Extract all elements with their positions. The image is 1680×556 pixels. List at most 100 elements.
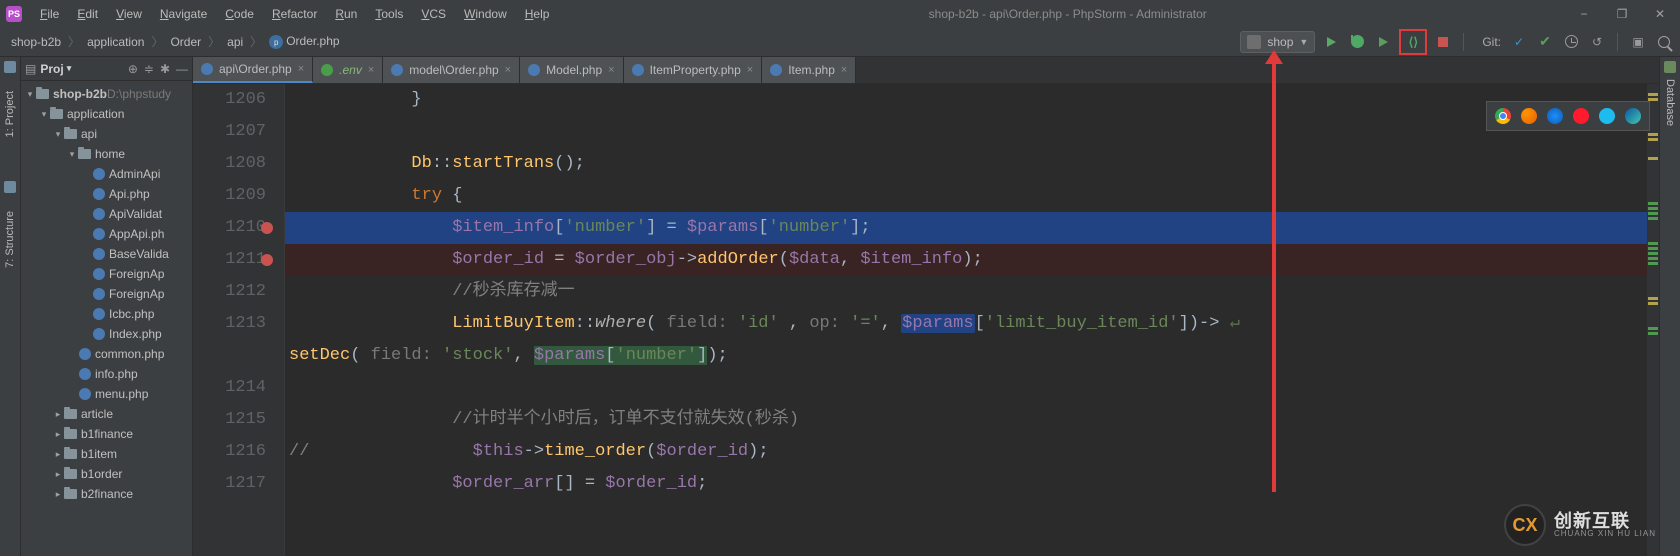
editor-tab[interactable]: ItemProperty.php× xyxy=(624,57,763,83)
tree-arrow[interactable]: ▸ xyxy=(53,449,63,460)
breakpoint-icon[interactable] xyxy=(261,222,273,234)
tree-file[interactable]: AppApi.ph xyxy=(21,224,192,244)
tab-close-icon[interactable]: × xyxy=(608,64,614,76)
ie-icon[interactable] xyxy=(1599,108,1615,124)
menu-edit[interactable]: Edit xyxy=(69,3,106,25)
line-number[interactable]: 1217 xyxy=(193,468,266,500)
tab-close-icon[interactable]: × xyxy=(298,63,304,75)
debug-button[interactable] xyxy=(1347,32,1367,52)
code-line[interactable]: $order_id = $order_obj->addOrder($data, … xyxy=(285,244,1647,276)
tab-close-icon[interactable]: × xyxy=(505,64,511,76)
menu-refactor[interactable]: Refactor xyxy=(264,3,325,25)
maximize-button[interactable]: ❐ xyxy=(1616,7,1628,21)
tree-file[interactable]: common.php xyxy=(21,344,192,364)
breadcrumb-1[interactable]: application xyxy=(82,33,149,51)
tree-arrow[interactable]: ▸ xyxy=(53,429,63,440)
line-number[interactable]: 1210 xyxy=(193,212,266,244)
project-panel-title[interactable]: Proj▾ xyxy=(40,62,71,76)
tree-folder[interactable]: ▸b1item xyxy=(21,444,192,464)
editor-tab[interactable]: Model.php× xyxy=(520,57,623,83)
tab-close-icon[interactable]: × xyxy=(841,64,847,76)
code-line[interactable]: $item_info['number'] = $params['number']… xyxy=(285,212,1647,244)
select-target-icon[interactable]: ⊕ xyxy=(128,62,138,76)
tree-file[interactable]: menu.php xyxy=(21,384,192,404)
close-button[interactable]: ✕ xyxy=(1654,7,1666,21)
tree-arrow[interactable]: ▸ xyxy=(53,469,63,480)
expand-all-icon[interactable]: ≑ xyxy=(144,62,154,76)
minimize-button[interactable]: − xyxy=(1578,7,1590,21)
vcs-history-button[interactable] xyxy=(1561,32,1581,52)
breakpoint-icon[interactable] xyxy=(261,254,273,266)
menu-help[interactable]: Help xyxy=(517,3,558,25)
edge-icon[interactable] xyxy=(1625,108,1641,124)
tree-arrow[interactable]: ▸ xyxy=(53,409,63,420)
breadcrumb-3[interactable]: api xyxy=(222,33,248,51)
tree-arrow[interactable]: ▾ xyxy=(39,109,49,120)
tree-arrow[interactable]: ▾ xyxy=(25,89,35,100)
code-line[interactable] xyxy=(285,372,1647,404)
tree-arrow[interactable]: ▾ xyxy=(67,149,77,160)
menu-tools[interactable]: Tools xyxy=(367,3,411,25)
tree-file[interactable]: AdminApi xyxy=(21,164,192,184)
run-button[interactable] xyxy=(1321,32,1341,52)
menu-view[interactable]: View xyxy=(108,3,150,25)
tree-folder[interactable]: ▸b1order xyxy=(21,464,192,484)
code-line[interactable]: } xyxy=(285,84,1647,116)
stop-button[interactable] xyxy=(1433,32,1453,52)
menu-code[interactable]: Code xyxy=(217,3,262,25)
editor-tab[interactable]: api\Order.php× xyxy=(193,57,313,83)
settings-gear-icon[interactable]: ✱ xyxy=(160,62,170,76)
tree-folder[interactable]: ▾api xyxy=(21,124,192,144)
database-rail-label[interactable]: Database xyxy=(1664,75,1676,130)
tree-arrow[interactable]: ▸ xyxy=(53,489,63,500)
code-line[interactable]: $order_arr[] = $order_id; xyxy=(285,468,1647,500)
code-line[interactable]: //计时半个小时后，订单不支付就失效(秒杀) xyxy=(285,404,1647,436)
search-everywhere-button[interactable] xyxy=(1654,32,1674,52)
chrome-icon[interactable] xyxy=(1495,108,1511,124)
line-number[interactable]: 1208 xyxy=(193,148,266,180)
tab-close-icon[interactable]: × xyxy=(368,64,374,76)
code-line[interactable]: setDec( field: 'stock', $params['number'… xyxy=(285,340,1647,372)
menu-run[interactable]: Run xyxy=(327,3,365,25)
code-line[interactable]: //秒杀库存减一 xyxy=(285,276,1647,308)
breadcrumb-2[interactable]: Order xyxy=(165,33,206,51)
line-number[interactable]: 1207 xyxy=(193,116,266,148)
error-stripe[interactable] xyxy=(1647,84,1659,556)
code-line[interactable]: Db::startTrans(); xyxy=(285,148,1647,180)
tree-arrow[interactable]: ▾ xyxy=(53,129,63,140)
code-line[interactable] xyxy=(285,116,1647,148)
hide-panel-icon[interactable]: — xyxy=(176,62,188,76)
tree-folder[interactable]: ▾application xyxy=(21,104,192,124)
code-line[interactable]: LimitBuyItem::where( field: 'id' , op: '… xyxy=(285,308,1647,340)
editor-tab[interactable]: Item.php× xyxy=(762,57,856,83)
code-editor[interactable]: 12061207120812091210121112121213 12141215… xyxy=(193,84,1659,556)
tab-close-icon[interactable]: × xyxy=(747,64,753,76)
menu-vcs[interactable]: VCS xyxy=(413,3,454,25)
line-number[interactable]: 1212 xyxy=(193,276,266,308)
line-number[interactable]: 1214 xyxy=(193,372,266,404)
tree-folder[interactable]: ▾shop-b2b D:\phpstudy xyxy=(21,84,192,104)
tree-folder[interactable]: ▾home xyxy=(21,144,192,164)
firefox-icon[interactable] xyxy=(1521,108,1537,124)
tree-file[interactable]: info.php xyxy=(21,364,192,384)
line-number[interactable]: 1206 xyxy=(193,84,266,116)
menu-file[interactable]: File xyxy=(32,3,67,25)
ide-settings-button[interactable]: ▣ xyxy=(1628,32,1648,52)
editor-tab[interactable]: model\Order.php× xyxy=(383,57,520,83)
safari-icon[interactable] xyxy=(1547,108,1563,124)
vcs-update-button[interactable]: ✓ xyxy=(1509,32,1529,52)
line-number[interactable] xyxy=(193,340,266,372)
menu-navigate[interactable]: Navigate xyxy=(152,3,215,25)
tree-file[interactable]: ForeignAp xyxy=(21,284,192,304)
line-number[interactable]: 1211 xyxy=(193,244,266,276)
tree-file[interactable]: ApiValidat xyxy=(21,204,192,224)
tree-file[interactable]: BaseValida xyxy=(21,244,192,264)
line-number[interactable]: 1209 xyxy=(193,180,266,212)
line-number[interactable]: 1215 xyxy=(193,404,266,436)
code-line[interactable]: // $this->time_order($order_id); xyxy=(285,436,1647,468)
run-configuration-selector[interactable]: shop ▼ xyxy=(1240,31,1315,53)
vcs-revert-button[interactable]: ↺ xyxy=(1587,32,1607,52)
tree-folder[interactable]: ▸b2finance xyxy=(21,484,192,504)
project-tree[interactable]: ▾shop-b2b D:\phpstudy▾application▾api▾ho… xyxy=(21,81,192,507)
line-number[interactable]: 1213 xyxy=(193,308,266,340)
